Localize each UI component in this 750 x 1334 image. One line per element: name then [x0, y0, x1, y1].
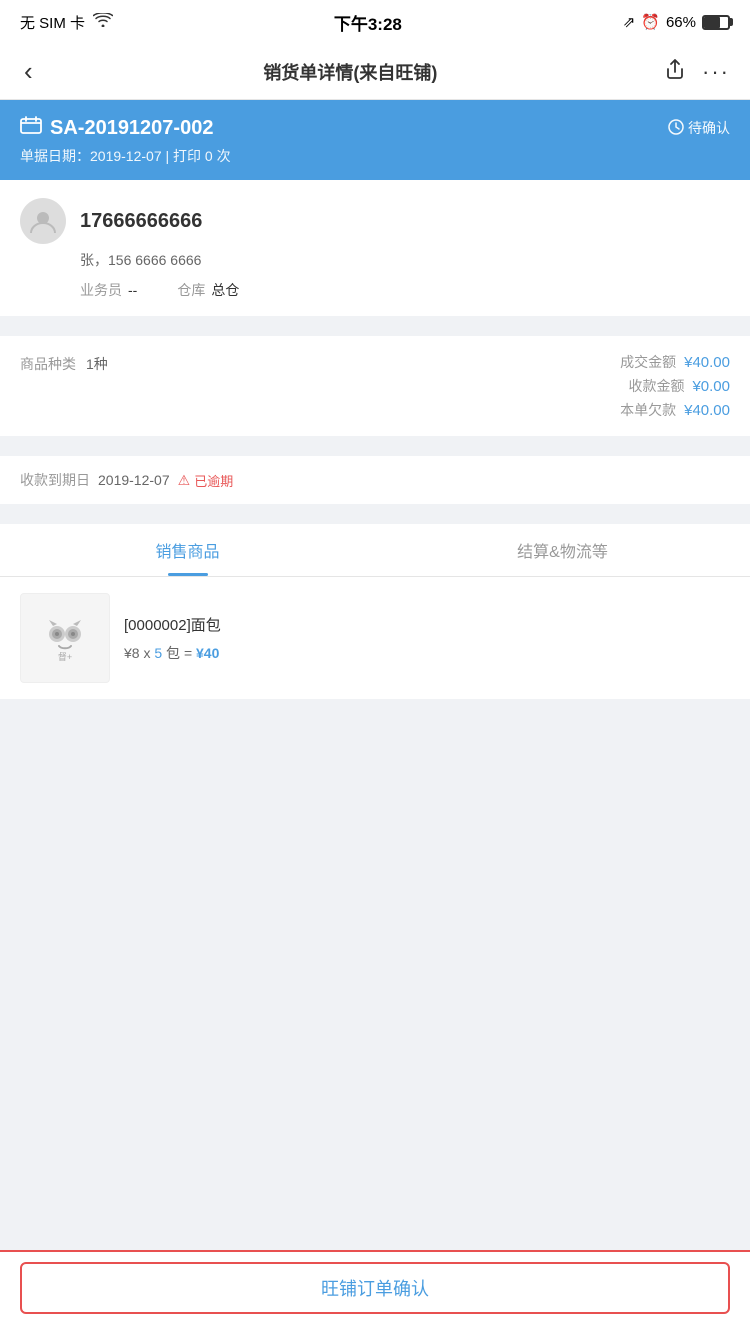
product-thumbnail: 督+	[20, 593, 110, 683]
overdue-text: 已逾期	[194, 471, 233, 490]
price-equals: =	[184, 645, 196, 661]
amount-value-2: ¥40.00	[684, 402, 730, 419]
bottom-bar: 旺铺订单确认	[0, 1250, 750, 1334]
product-name: [0000002]面包	[124, 614, 730, 635]
product-kinds: 商品种类 1种	[20, 352, 108, 374]
order-date: 单据日期：2019-12-07 | 打印 0 次	[20, 146, 730, 166]
battery-text: 66%	[666, 14, 696, 31]
location-icon: ⇗	[623, 13, 636, 31]
svg-text:督+: 督+	[58, 651, 72, 662]
divider-1	[0, 326, 750, 336]
sales-rep-item: 业务员 --	[80, 280, 137, 300]
tabs-row: 销售商品 结算&物流等	[0, 524, 750, 577]
nav-title: 销货单详情(来自旺铺)	[263, 59, 437, 85]
customer-section: 17666666666 张，156 6666 6666 业务员 -- 仓库 总仓	[0, 180, 750, 316]
overdue-badge: ⚠ 已逾期	[178, 471, 234, 490]
product-qty: 5	[154, 645, 162, 661]
amount-value-0: ¥40.00	[684, 354, 730, 371]
sales-rep-value: --	[128, 282, 137, 298]
product-info: [0000002]面包 ¥8 x 5 包 = ¥40	[124, 614, 730, 663]
confirm-order-button[interactable]: 旺铺订单确认	[20, 1262, 730, 1314]
product-item: 督+ [0000002]面包 ¥8 x 5 包 = ¥40	[0, 577, 750, 699]
order-id: SA-20191207-002	[20, 116, 213, 140]
empty-space	[0, 699, 750, 919]
tabs-section: 销售商品 结算&物流等	[0, 524, 750, 577]
product-total: ¥40	[196, 645, 219, 661]
tab-settlement[interactable]: 结算&物流等	[375, 524, 750, 576]
amounts-list: 成交金额 ¥40.00 收款金额 ¥0.00 本单欠款 ¥40.00	[620, 352, 730, 420]
product-unit: 包	[166, 645, 180, 661]
due-date-value: 2019-12-07	[98, 472, 170, 488]
sales-rep-label: 业务员	[80, 280, 122, 300]
customer-avatar	[20, 198, 66, 244]
battery-icon	[702, 15, 730, 30]
product-kinds-label: 商品种类	[20, 354, 76, 374]
due-date-label: 收款到期日	[20, 470, 90, 490]
status-clock-icon	[668, 119, 684, 138]
status-right: ⇗ ⏰ 66%	[623, 13, 730, 31]
alarm-icon: ⏰	[641, 13, 660, 31]
price-multiply: x	[143, 645, 154, 661]
warning-icon: ⚠	[178, 472, 191, 489]
amount-item-0: 成交金额 ¥40.00	[620, 352, 730, 372]
order-banner: SA-20191207-002 待确认 单据日期：2019-12-07 | 打印…	[0, 100, 750, 180]
order-status: 待确认	[668, 118, 730, 138]
back-button[interactable]: ‹	[20, 52, 37, 91]
amount-label-0: 成交金额	[620, 352, 676, 372]
product-price: ¥8 x 5 包 = ¥40	[124, 643, 730, 663]
nav-actions: ···	[664, 58, 730, 86]
status-left: 无 SIM 卡	[20, 12, 113, 33]
customer-phone: 17666666666	[80, 210, 202, 233]
more-icon[interactable]: ···	[702, 59, 730, 85]
due-section: 收款到期日 2019-12-07 ⚠ 已逾期	[0, 456, 750, 504]
price-value: ¥8	[124, 645, 140, 661]
amount-label-2: 本单欠款	[620, 400, 676, 420]
warehouse-item: 仓库 总仓	[177, 280, 239, 300]
status-time: 下午3:28	[334, 10, 402, 35]
product-section: 督+ [0000002]面包 ¥8 x 5 包 = ¥40	[0, 577, 750, 699]
order-icon	[20, 116, 42, 140]
share-icon[interactable]	[664, 58, 686, 86]
summary-section: 商品种类 1种 成交金额 ¥40.00 收款金额 ¥0.00 本单欠款 ¥40.…	[0, 336, 750, 436]
warehouse-label: 仓库	[177, 280, 205, 300]
divider-3	[0, 514, 750, 524]
customer-name: 张，156 6666 6666	[80, 250, 730, 270]
amount-item-2: 本单欠款 ¥40.00	[620, 400, 730, 420]
amount-value-1: ¥0.00	[692, 378, 730, 395]
divider-2	[0, 446, 750, 456]
amount-label-1: 收款金额	[628, 376, 684, 396]
status-bar: 无 SIM 卡 下午3:28 ⇗ ⏰ 66%	[0, 0, 750, 44]
product-kinds-value: 1种	[86, 354, 108, 374]
warehouse-value: 总仓	[211, 280, 239, 300]
carrier-text: 无 SIM 卡	[20, 12, 85, 33]
tab-products[interactable]: 销售商品	[0, 524, 375, 576]
nav-bar: ‹ 销货单详情(来自旺铺) ···	[0, 44, 750, 100]
customer-meta: 业务员 -- 仓库 总仓	[80, 280, 730, 300]
amount-item-1: 收款金额 ¥0.00	[628, 376, 730, 396]
wifi-icon	[93, 13, 113, 31]
